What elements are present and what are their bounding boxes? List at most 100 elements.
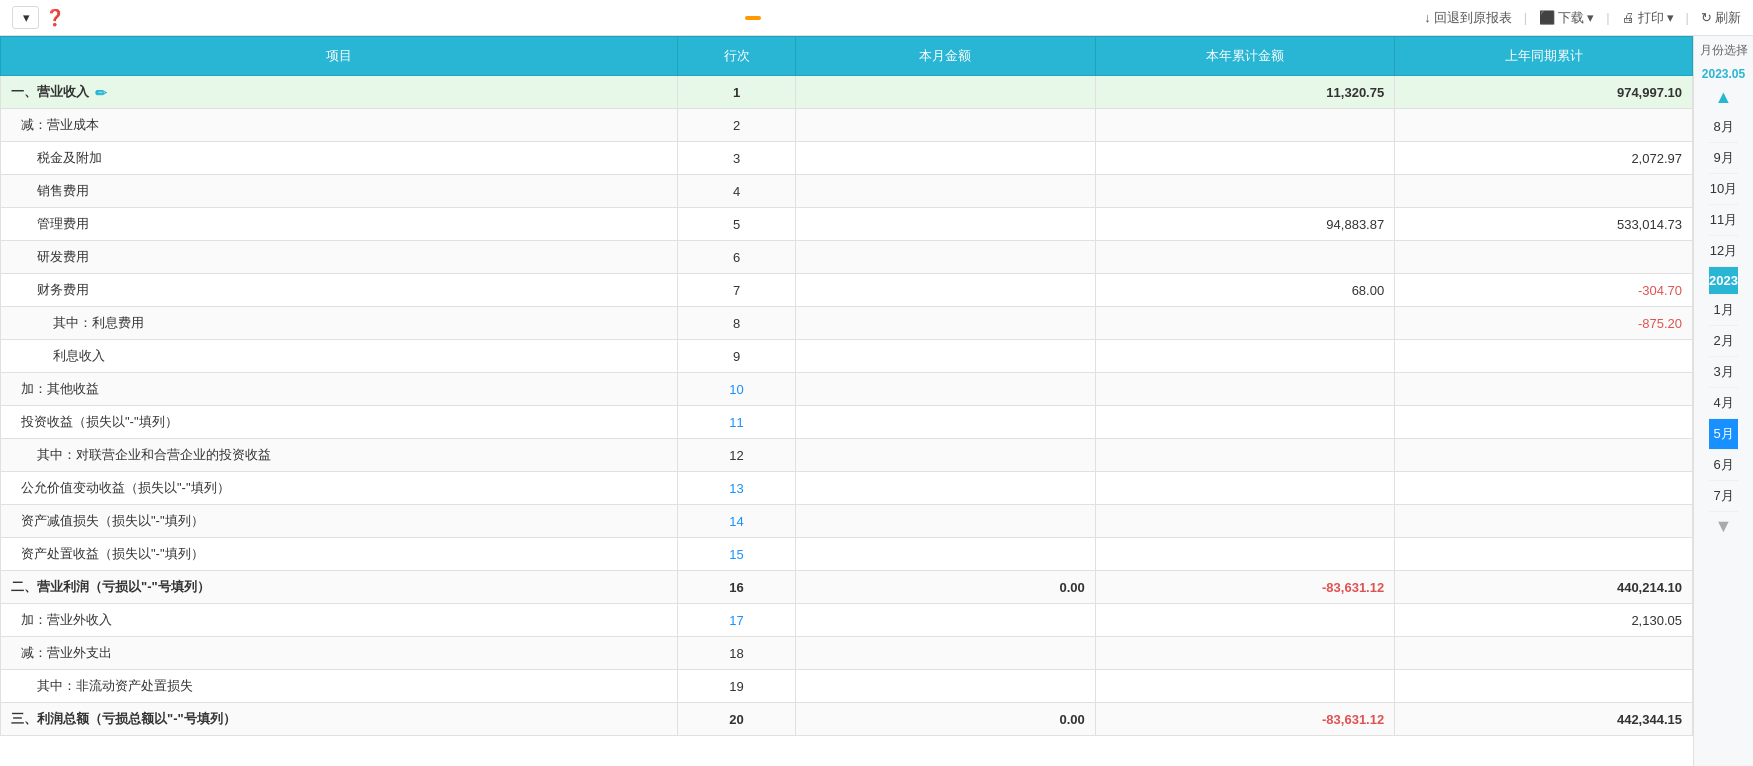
- cell-month-amount: [796, 241, 1095, 274]
- cell-row-num: 14: [677, 505, 795, 538]
- sidebar-month-item[interactable]: 6月: [1709, 450, 1738, 481]
- cell-prev-amount: 974,997.10: [1395, 76, 1693, 109]
- cell-row-num: 10: [677, 373, 795, 406]
- cell-year-amount: [1095, 142, 1394, 175]
- cell-month-amount: [796, 505, 1095, 538]
- cell-month-amount: [796, 472, 1095, 505]
- refresh-button[interactable]: ↻ 刷新: [1701, 9, 1741, 27]
- cell-row-num: 11: [677, 406, 795, 439]
- sidebar-month-item[interactable]: 10月: [1709, 174, 1738, 205]
- cell-row-num: 6: [677, 241, 795, 274]
- cell-row-num: 5: [677, 208, 795, 241]
- sidebar-month-item[interactable]: 4月: [1709, 388, 1738, 419]
- sidebar-month-item[interactable]: 2023: [1709, 267, 1738, 295]
- cell-month-amount: [796, 538, 1095, 571]
- sidebar-month-item[interactable]: 5月: [1709, 419, 1738, 450]
- top-bar: ▾ ❓ ↓ 回退到原报表 | ⬛ 下载 ▾ | 🖨 打印 ▾: [0, 0, 1753, 36]
- back-button[interactable]: ↓ 回退到原报表: [1424, 9, 1512, 27]
- sidebar-month-item[interactable]: 8月: [1709, 112, 1738, 143]
- cell-prev-amount: [1395, 109, 1693, 142]
- sidebar-up-icon[interactable]: ▲: [1694, 83, 1753, 112]
- cell-month-amount: [796, 373, 1095, 406]
- cell-item: 其中：利息费用: [1, 307, 678, 340]
- table-row: 资产减值损失（损失以"-"填列）14: [1, 505, 1693, 538]
- sidebar-month-item[interactable]: 3月: [1709, 357, 1738, 388]
- cell-year-amount: [1095, 307, 1394, 340]
- cell-row-num: 19: [677, 670, 795, 703]
- col-header-item: 项目: [1, 37, 678, 76]
- download-chevron-icon: ▾: [1587, 10, 1594, 25]
- cell-prev-amount: -875.20: [1395, 307, 1693, 340]
- cell-row-num: 15: [677, 538, 795, 571]
- table-row: 销售费用4: [1, 175, 1693, 208]
- cell-prev-amount: [1395, 637, 1693, 670]
- main-content: 项目 行次 本月金额 本年累计金额 上年同期累计 一、营业收入✏111,320.…: [0, 36, 1753, 766]
- cell-year-amount: 68.00: [1095, 274, 1394, 307]
- cell-year-amount: [1095, 109, 1394, 142]
- print-label: 打印: [1638, 9, 1664, 27]
- table-row: 利息收入9: [1, 340, 1693, 373]
- cell-row-num: 12: [677, 439, 795, 472]
- cell-year-amount: [1095, 241, 1394, 274]
- cell-year-amount: [1095, 439, 1394, 472]
- cell-prev-amount: [1395, 538, 1693, 571]
- cell-row-num: 17: [677, 604, 795, 637]
- table-row: 二、营业利润（亏损以"-"号填列）160.00-83,631.12440,214…: [1, 571, 1693, 604]
- sidebar: 月份选择 2023.05 ▲ 8月9月10月11月12月20231月2月3月4月…: [1693, 36, 1753, 766]
- download-button[interactable]: ⬛ 下载 ▾: [1539, 9, 1594, 27]
- sidebar-month-item[interactable]: 11月: [1709, 205, 1738, 236]
- cell-item: 减：营业外支出: [1, 637, 678, 670]
- divider1: |: [1524, 10, 1527, 25]
- back-icon: ↓: [1424, 10, 1431, 25]
- cell-item: 税金及附加: [1, 142, 678, 175]
- cell-item: 销售费用: [1, 175, 678, 208]
- cell-row-num: 3: [677, 142, 795, 175]
- cell-month-amount: [796, 439, 1095, 472]
- scope-dropdown[interactable]: ▾: [12, 6, 39, 29]
- refresh-label: 刷新: [1715, 9, 1741, 27]
- cell-month-amount: [796, 604, 1095, 637]
- cell-year-amount: [1095, 538, 1394, 571]
- table-row: 管理费用594,883.87533,014.73: [1, 208, 1693, 241]
- table-row: 其中：利息费用8-875.20: [1, 307, 1693, 340]
- top-bar-left: ▾ ❓: [12, 6, 65, 29]
- sidebar-month-item[interactable]: 12月: [1709, 236, 1738, 267]
- status-badge[interactable]: [745, 16, 761, 20]
- sidebar-month-item[interactable]: 1月: [1709, 295, 1738, 326]
- top-bar-center: [65, 16, 1424, 20]
- divider2: |: [1606, 10, 1609, 25]
- report-table: 项目 行次 本月金额 本年累计金额 上年同期累计 一、营业收入✏111,320.…: [0, 36, 1693, 736]
- cell-year-amount: -83,631.12: [1095, 703, 1394, 736]
- divider3: |: [1686, 10, 1689, 25]
- sidebar-month-item[interactable]: 7月: [1709, 481, 1738, 512]
- sidebar-year-display: 2023.05: [1694, 61, 1753, 83]
- cell-month-amount: [796, 109, 1095, 142]
- print-button[interactable]: 🖨 打印 ▾: [1622, 9, 1674, 27]
- cell-row-num: 16: [677, 571, 795, 604]
- cell-year-amount: [1095, 670, 1394, 703]
- cell-item: 减：营业成本: [1, 109, 678, 142]
- sidebar-down-icon[interactable]: ▼: [1694, 512, 1753, 541]
- cell-month-amount: 0.00: [796, 571, 1095, 604]
- table-row: 公允价值变动收益（损失以"-"填列）13: [1, 472, 1693, 505]
- table-row: 其中：非流动资产处置损失19: [1, 670, 1693, 703]
- cell-item: 公允价值变动收益（损失以"-"填列）: [1, 472, 678, 505]
- cell-year-amount: [1095, 175, 1394, 208]
- table-row: 税金及附加32,072.97: [1, 142, 1693, 175]
- cell-month-amount: [796, 76, 1095, 109]
- help-icon[interactable]: ❓: [45, 8, 65, 27]
- table-area: 项目 行次 本月金额 本年累计金额 上年同期累计 一、营业收入✏111,320.…: [0, 36, 1693, 766]
- cell-month-amount: 0.00: [796, 703, 1095, 736]
- table-row: 资产处置收益（损失以"-"填列）15: [1, 538, 1693, 571]
- cell-month-amount: [796, 142, 1095, 175]
- sidebar-month-item[interactable]: 2月: [1709, 326, 1738, 357]
- col-header-month: 本月金额: [796, 37, 1095, 76]
- cell-item: 资产减值损失（损失以"-"填列）: [1, 505, 678, 538]
- cell-prev-amount: [1395, 472, 1693, 505]
- cell-year-amount: [1095, 373, 1394, 406]
- edit-icon[interactable]: ✏: [95, 85, 107, 101]
- cell-item: 一、营业收入✏: [1, 76, 678, 109]
- sidebar-month-item[interactable]: 9月: [1709, 143, 1738, 174]
- refresh-icon: ↻: [1701, 10, 1712, 25]
- cell-item: 研发费用: [1, 241, 678, 274]
